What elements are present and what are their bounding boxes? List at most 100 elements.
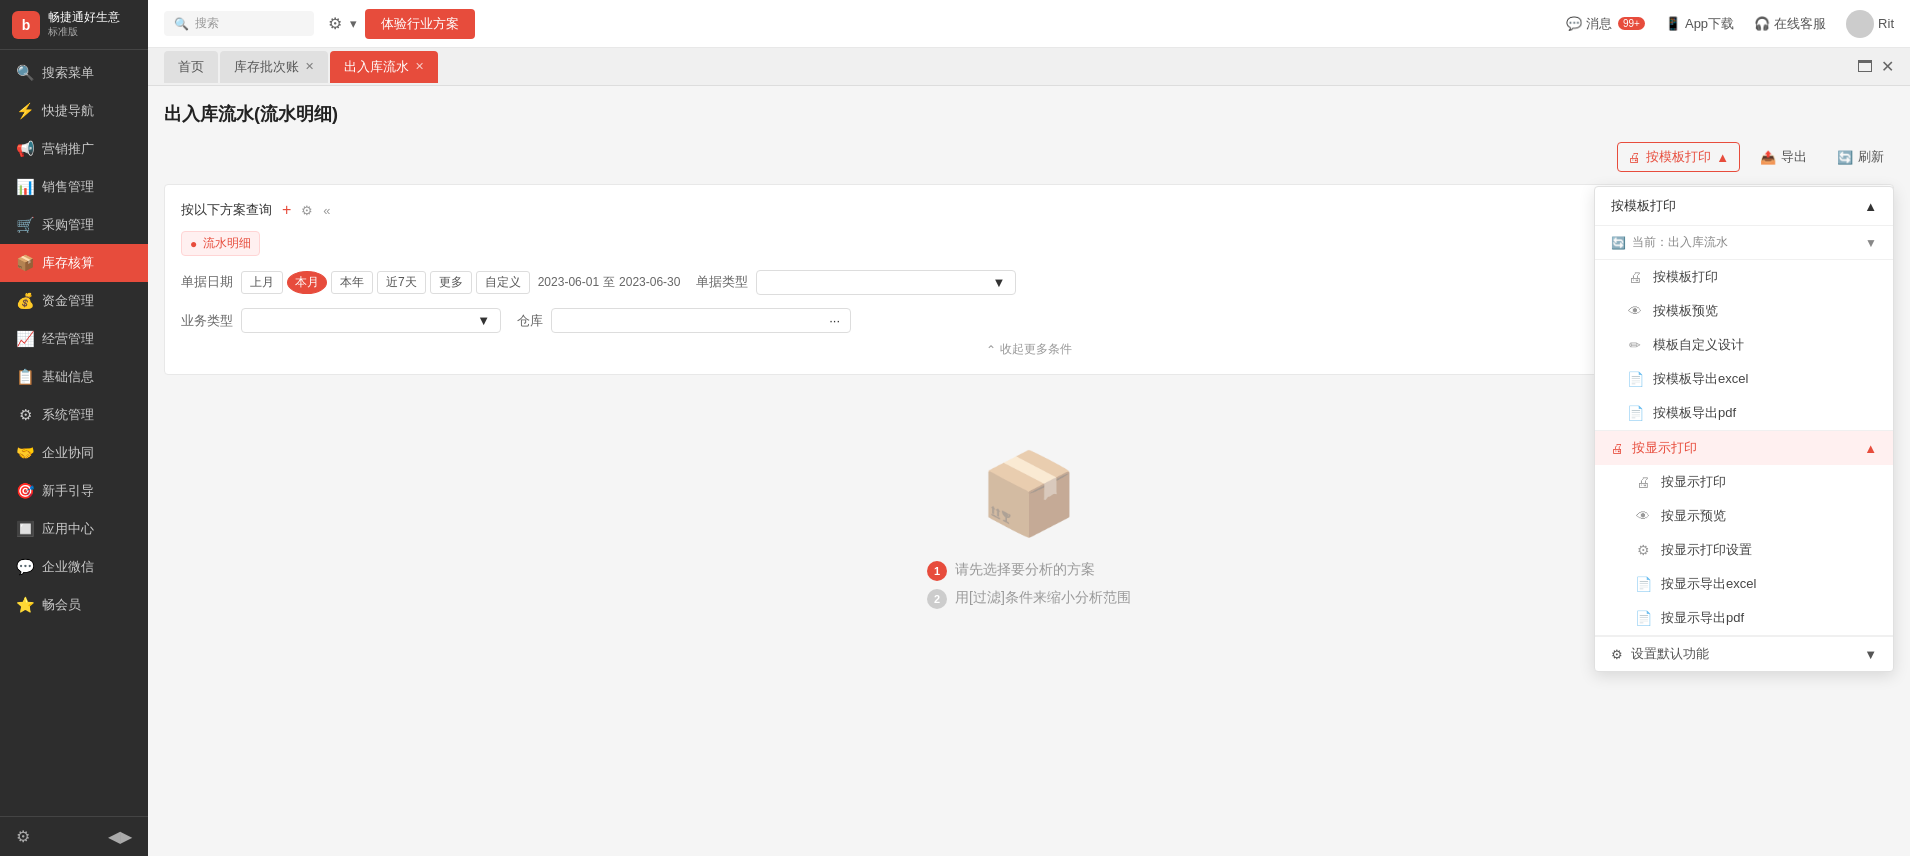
dropdown-item-template-customize[interactable]: ✏ 模板自定义设计 <box>1595 328 1893 362</box>
sidebar-item-operation[interactable]: 📈 经营管理 <box>0 320 148 358</box>
collapse-sidebar-icon[interactable]: ◀▶ <box>108 827 132 846</box>
tab-batch-close-icon[interactable]: ✕ <box>305 60 314 73</box>
warehouse-select[interactable]: ··· <box>551 308 851 333</box>
export-icon: 📤 <box>1760 150 1776 165</box>
user-avatar-item[interactable]: Rit <box>1846 10 1894 38</box>
inventory-icon: 📦 <box>16 254 34 272</box>
dropdown-item-template-export-pdf[interactable]: 📄 按模板导出pdf <box>1595 396 1893 430</box>
dropdown-item-label: 按显示打印 <box>1661 473 1726 491</box>
dropdown-item-display-export-excel[interactable]: 📄 按显示导出excel <box>1595 567 1893 601</box>
sidebar-item-guide[interactable]: 🎯 新手引导 <box>0 472 148 510</box>
add-condition-icon[interactable]: + <box>282 201 291 219</box>
chevron-down-icon: ▼ <box>1865 236 1877 250</box>
dropdown-item-label: 按显示导出pdf <box>1661 609 1744 627</box>
printer-icon: 🖨 <box>1635 474 1651 490</box>
dropdown-current: 🔄 当前：出入库流水 ▼ <box>1595 226 1893 260</box>
sidebar-item-inventory[interactable]: 📦 库存核算 <box>0 244 148 282</box>
dropdown-item-display-print[interactable]: 🖨 按显示打印 <box>1595 465 1893 499</box>
dropdown-item-display-preview[interactable]: 👁 按显示预览 <box>1595 499 1893 533</box>
sidebar-item-member[interactable]: ⭐ 畅会员 <box>0 586 148 624</box>
dropdown-footer[interactable]: ⚙ 设置默认功能 ▼ <box>1595 636 1893 671</box>
sidebar-item-shortcut[interactable]: ⚡ 快捷导航 <box>0 92 148 130</box>
app-download-item[interactable]: 📱 App下载 <box>1665 15 1734 33</box>
more-icon: ··· <box>829 313 840 328</box>
step-1-num: 1 <box>927 561 947 581</box>
main-area: 🔍 搜索 ⚙ ▾ 体验行业方案 💬 消息 99+ 📱 App下载 🎧 在线客服 <box>148 0 1910 856</box>
trial-button[interactable]: 体验行业方案 <box>365 9 475 39</box>
date-btn-more[interactable]: 更多 <box>430 271 472 294</box>
dropdown-display-section[interactable]: 🖨 按显示打印 ▲ <box>1595 431 1893 465</box>
sidebar-item-wechat[interactable]: 💬 企业微信 <box>0 548 148 586</box>
empty-step-2: 2 用[过滤]条件来缩小分析范围 <box>927 589 1131 609</box>
dropdown-item-template-export-excel[interactable]: 📄 按模板导出excel <box>1595 362 1893 396</box>
tab-flow[interactable]: 出入库流水 ✕ <box>330 51 438 83</box>
date-btn-this-year[interactable]: 本年 <box>331 271 373 294</box>
tab-restore-button[interactable]: 🗖 <box>1857 57 1873 76</box>
customer-service-item[interactable]: 🎧 在线客服 <box>1754 15 1826 33</box>
sidebar-item-purchase[interactable]: 🛒 采购管理 <box>0 206 148 244</box>
date-btn-custom[interactable]: 自定义 <box>476 271 530 294</box>
sidebar-item-basic[interactable]: 📋 基础信息 <box>0 358 148 396</box>
sidebar-item-app-center[interactable]: 🔲 应用中心 <box>0 510 148 548</box>
export-button[interactable]: 📤 导出 <box>1750 143 1817 171</box>
collapse-icon[interactable]: « <box>323 203 330 218</box>
step-2-num: 2 <box>927 589 947 609</box>
tab-bar: 首页 库存批次账 ✕ 出入库流水 ✕ 🗖 ✕ <box>148 48 1910 86</box>
topbar-gear-icon[interactable]: ⚙ <box>328 14 342 33</box>
sidebar-item-system[interactable]: ⚙ 系统管理 <box>0 396 148 434</box>
chevron-up-icon: ▲ <box>1864 441 1877 456</box>
settings-icon[interactable]: ⚙ <box>16 827 30 846</box>
type-select[interactable]: ▼ <box>756 270 1016 295</box>
topbar-dropdown-icon[interactable]: ▾ <box>350 16 357 31</box>
business-type-select[interactable]: ▼ <box>241 308 501 333</box>
eye-icon: 👁 <box>1627 303 1643 319</box>
refresh-button[interactable]: 🔄 刷新 <box>1827 143 1894 171</box>
chevron-up-icon: ⌃ <box>986 343 996 357</box>
topbar: 🔍 搜索 ⚙ ▾ 体验行业方案 💬 消息 99+ 📱 App下载 🎧 在线客服 <box>148 0 1910 48</box>
tab-close-button[interactable]: ✕ <box>1881 57 1894 76</box>
date-btn-this-month[interactable]: 本月 <box>287 271 327 294</box>
topbar-search-box[interactable]: 🔍 搜索 <box>164 11 314 36</box>
sidebar-item-sales[interactable]: 📊 销售管理 <box>0 168 148 206</box>
business-type-label: 业务类型 <box>181 312 233 330</box>
topbar-left: 🔍 搜索 ⚙ ▾ 体验行业方案 <box>164 9 475 39</box>
sidebar-item-marketing[interactable]: 📢 营销推广 <box>0 130 148 168</box>
printer-display-icon: 🖨 <box>1611 441 1624 456</box>
eye-icon: 👁 <box>1635 508 1651 524</box>
date-btn-last-month[interactable]: 上月 <box>241 271 283 294</box>
message-badge: 99+ <box>1618 17 1645 30</box>
sidebar-item-label: 企业微信 <box>42 558 94 576</box>
guide-icon: 🎯 <box>16 482 34 500</box>
tab-flow-close-icon[interactable]: ✕ <box>415 60 424 73</box>
app-logo: b 畅捷通好生意 标准版 <box>0 0 148 50</box>
customer-service-label: 在线客服 <box>1774 15 1826 33</box>
sidebar-nav: 🔍 搜索菜单 ⚡ 快捷导航 📢 营销推广 📊 销售管理 🛒 采购管理 📦 库存核… <box>0 50 148 816</box>
template-print-label: 按模板打印 <box>1646 148 1711 166</box>
sidebar-item-label: 采购管理 <box>42 216 94 234</box>
tab-home[interactable]: 首页 <box>164 51 218 83</box>
template-print-button[interactable]: 🖨 按模板打印 ▲ <box>1617 142 1740 172</box>
sidebar-item-label: 基础信息 <box>42 368 94 386</box>
step-1-text: 请先选择要分析的方案 <box>955 561 1095 579</box>
dropdown-item-template-preview[interactable]: 👁 按模板预览 <box>1595 294 1893 328</box>
sidebar-item-finance[interactable]: 💰 资金管理 <box>0 282 148 320</box>
tab-batch-label: 库存批次账 <box>234 58 299 76</box>
user-name-label: Rit <box>1878 16 1894 31</box>
sidebar-item-label: 畅会员 <box>42 596 81 614</box>
dropdown-item-label: 按模板打印 <box>1653 268 1718 286</box>
dropdown-item-template-print[interactable]: 🖨 按模板打印 <box>1595 260 1893 294</box>
search-icon: 🔍 <box>174 17 189 31</box>
date-field-label: 单据日期 <box>181 273 233 291</box>
sidebar-item-search[interactable]: 🔍 搜索菜单 <box>0 54 148 92</box>
sidebar-item-collab[interactable]: 🤝 企业协同 <box>0 434 148 472</box>
message-item[interactable]: 💬 消息 99+ <box>1566 15 1645 33</box>
type-field-label: 单据类型 <box>696 273 748 291</box>
settings-condition-icon[interactable]: ⚙ <box>301 203 313 218</box>
tab-batch[interactable]: 库存批次账 ✕ <box>220 51 328 83</box>
tab-home-label: 首页 <box>178 58 204 76</box>
dropdown-item-display-export-pdf[interactable]: 📄 按显示导出pdf <box>1595 601 1893 635</box>
date-btn-7days[interactable]: 近7天 <box>377 271 426 294</box>
phone-icon: 📱 <box>1665 16 1681 31</box>
dropdown-title: 按模板打印 <box>1611 197 1676 215</box>
dropdown-item-display-print-settings[interactable]: ⚙ 按显示打印设置 <box>1595 533 1893 567</box>
